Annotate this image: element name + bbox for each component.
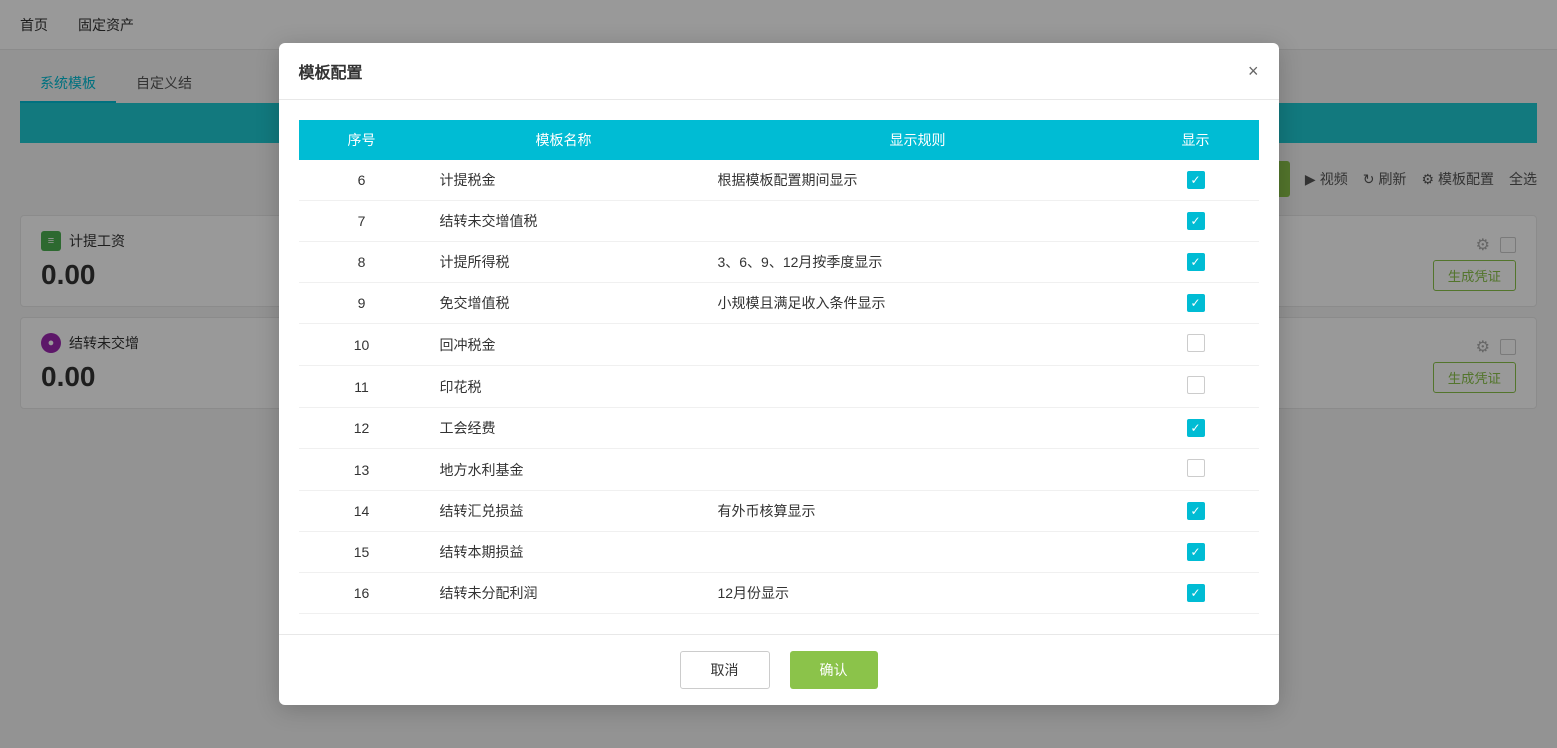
table-row: 7结转未交增值税 ✓ — [299, 201, 1259, 242]
table-row: 11印花税 — [299, 366, 1259, 408]
confirm-button[interactable]: 确认 — [790, 651, 878, 689]
cell-name: 计提所得税 — [424, 242, 702, 283]
cell-name: 回冲税金 — [424, 324, 702, 366]
cell-rule — [702, 324, 1132, 366]
table-body: 6计提税金根据模板配置期间显示✓7结转未交增值税✓8计提所得税3、6、9、12月… — [299, 160, 1259, 614]
cell-seq: 9 — [299, 283, 425, 324]
row-checkbox-4[interactable] — [1187, 334, 1205, 352]
close-icon[interactable]: × — [1248, 62, 1259, 80]
table-row: 12工会经费 ✓ — [299, 408, 1259, 449]
cell-name: 结转汇兑损益 — [424, 491, 702, 532]
cell-checkbox: ✓ — [1133, 160, 1259, 201]
cell-seq: 16 — [299, 573, 425, 614]
cell-checkbox: ✓ — [1133, 283, 1259, 324]
table-row: 8计提所得税3、6、9、12月按季度显示 ✓ — [299, 242, 1259, 283]
cell-checkbox — [1133, 449, 1259, 491]
cell-checkbox: ✓ — [1133, 242, 1259, 283]
row-checkbox-3[interactable]: ✓ — [1187, 294, 1205, 312]
col-header-rule: 显示规则 — [702, 120, 1132, 160]
cell-name: 工会经费 — [424, 408, 702, 449]
cell-rule — [702, 201, 1132, 242]
cell-rule — [702, 449, 1132, 491]
table-row: 16结转未分配利润12月份显示 ✓ — [299, 573, 1259, 614]
table-row: 10回冲税金 — [299, 324, 1259, 366]
cell-seq: 11 — [299, 366, 425, 408]
cell-name: 结转本期损益 — [424, 532, 702, 573]
cell-rule: 根据模板配置期间显示 — [702, 160, 1132, 201]
cell-rule — [702, 532, 1132, 573]
cell-rule — [702, 408, 1132, 449]
table-row: 9免交增值税小规模且满足收入条件显示 ✓ — [299, 283, 1259, 324]
row-checkbox-7[interactable] — [1187, 459, 1205, 477]
cell-checkbox: ✓ — [1133, 573, 1259, 614]
cell-checkbox — [1133, 366, 1259, 408]
row-checkbox-9[interactable]: ✓ — [1187, 543, 1205, 561]
row-checkbox-2[interactable]: ✓ — [1187, 253, 1205, 271]
cell-seq: 8 — [299, 242, 425, 283]
cell-seq: 13 — [299, 449, 425, 491]
cell-seq: 15 — [299, 532, 425, 573]
cell-seq: 12 — [299, 408, 425, 449]
modal-footer: 取消 确认 — [279, 634, 1279, 705]
cell-name: 计提税金 — [424, 160, 702, 201]
table-row: 14结转汇兑损益有外币核算显示 ✓ — [299, 491, 1259, 532]
cell-rule — [702, 366, 1132, 408]
col-header-display: 显示 — [1133, 120, 1259, 160]
row-checkbox-8[interactable]: ✓ — [1187, 502, 1205, 520]
cell-name: 印花税 — [424, 366, 702, 408]
cell-seq: 10 — [299, 324, 425, 366]
row-checkbox-10[interactable]: ✓ — [1187, 584, 1205, 602]
modal-body: 序号 模板名称 显示规则 显示 6计提税金根据模板配置期间显示✓7结转未交增值税… — [279, 100, 1279, 634]
cell-seq: 14 — [299, 491, 425, 532]
cell-seq: 7 — [299, 201, 425, 242]
table-header-row: 序号 模板名称 显示规则 显示 — [299, 120, 1259, 160]
col-header-seq: 序号 — [299, 120, 425, 160]
row-checkbox-1[interactable]: ✓ — [1187, 212, 1205, 230]
cell-name: 结转未分配利润 — [424, 573, 702, 614]
cell-checkbox — [1133, 324, 1259, 366]
modal-title: 模板配置 — [299, 59, 363, 83]
col-header-name: 模板名称 — [424, 120, 702, 160]
cell-name: 结转未交增值税 — [424, 201, 702, 242]
table-row: 13地方水利基金 — [299, 449, 1259, 491]
cancel-button[interactable]: 取消 — [680, 651, 770, 689]
table-scroll[interactable]: 序号 模板名称 显示规则 显示 6计提税金根据模板配置期间显示✓7结转未交增值税… — [299, 120, 1259, 614]
cell-rule: 12月份显示 — [702, 573, 1132, 614]
row-checkbox-5[interactable] — [1187, 376, 1205, 394]
cell-rule: 3、6、9、12月按季度显示 — [702, 242, 1132, 283]
modal-overlay: 模板配置 × 序号 模板名称 显示规则 显示 6计提税金根据模板配置期间显 — [0, 0, 1557, 748]
cell-name: 地方水利基金 — [424, 449, 702, 491]
cell-rule: 小规模且满足收入条件显示 — [702, 283, 1132, 324]
cell-checkbox: ✓ — [1133, 201, 1259, 242]
row-checkbox-0[interactable]: ✓ — [1187, 171, 1205, 189]
config-table: 序号 模板名称 显示规则 显示 6计提税金根据模板配置期间显示✓7结转未交增值税… — [299, 120, 1259, 614]
cell-checkbox: ✓ — [1133, 491, 1259, 532]
cell-rule: 有外币核算显示 — [702, 491, 1132, 532]
cell-checkbox: ✓ — [1133, 532, 1259, 573]
modal-template-config: 模板配置 × 序号 模板名称 显示规则 显示 6计提税金根据模板配置期间显 — [279, 43, 1279, 705]
cell-name: 免交增值税 — [424, 283, 702, 324]
modal-header: 模板配置 × — [279, 43, 1279, 100]
table-row: 6计提税金根据模板配置期间显示 ✓ — [299, 160, 1259, 201]
cell-seq: 6 — [299, 160, 425, 201]
table-row: 15结转本期损益 ✓ — [299, 532, 1259, 573]
cell-checkbox: ✓ — [1133, 408, 1259, 449]
row-checkbox-6[interactable]: ✓ — [1187, 419, 1205, 437]
